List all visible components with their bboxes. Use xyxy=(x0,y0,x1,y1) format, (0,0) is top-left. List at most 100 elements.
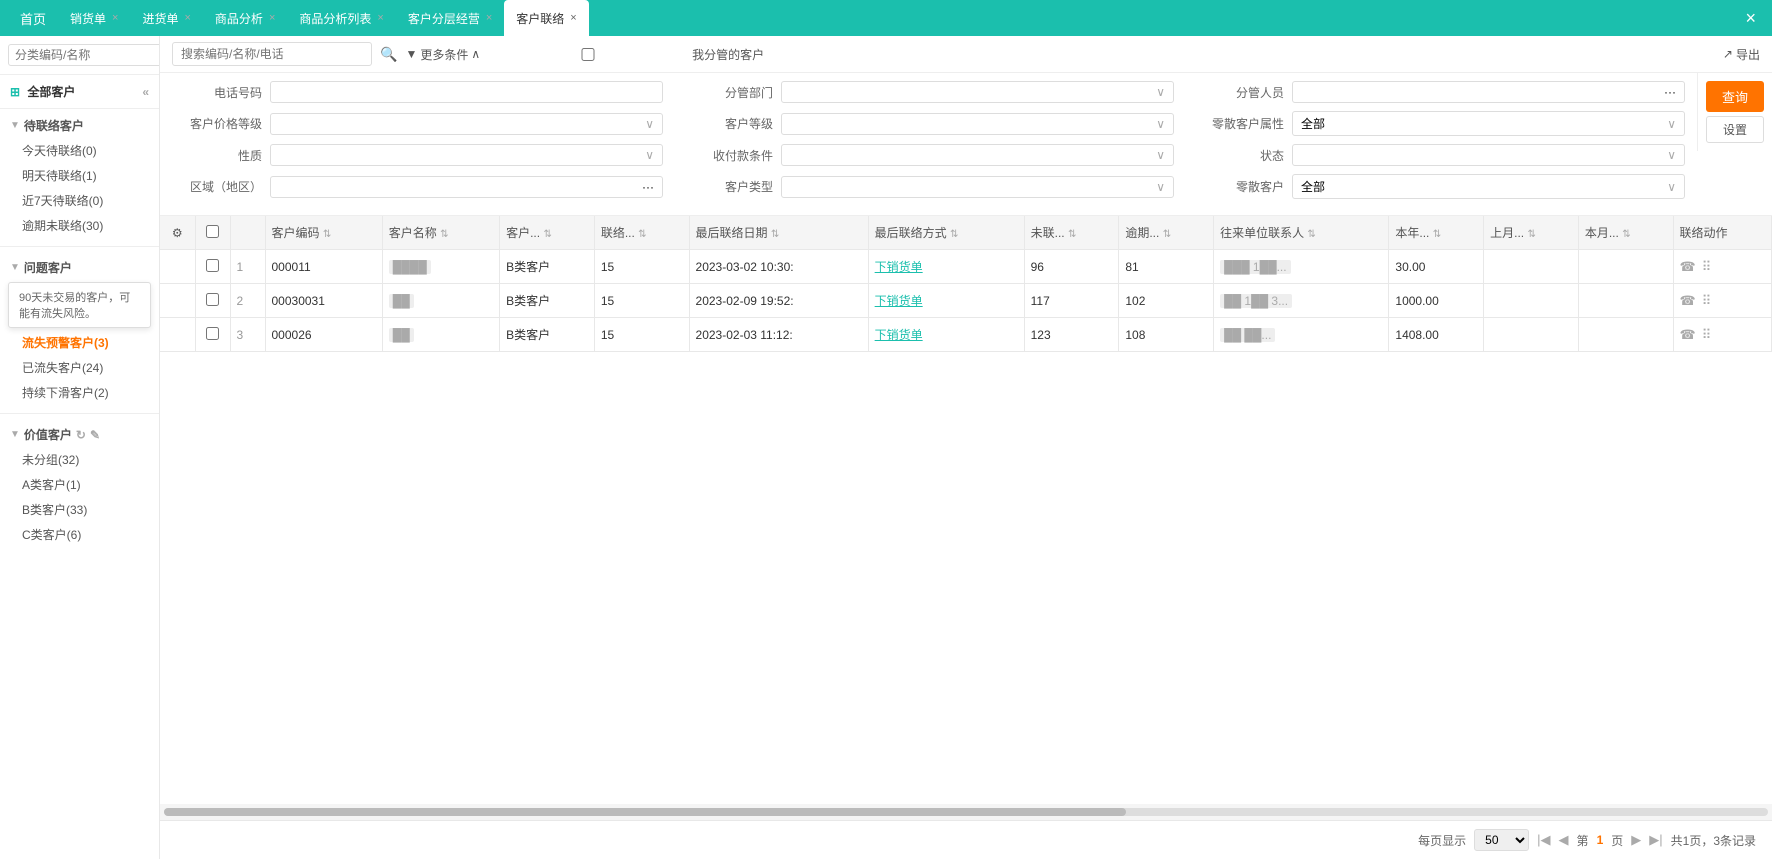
settings-button[interactable]: 设置 xyxy=(1706,116,1764,143)
sidebar-item-week[interactable]: 近7天待联络(0) xyxy=(0,188,159,213)
tab-sales[interactable]: 销货单 × xyxy=(58,0,130,36)
close-icon[interactable]: × xyxy=(486,12,492,24)
filter-row-3: 性质 ∨ 收付款条件 ∨ xyxy=(172,144,1685,166)
payment-select[interactable]: ∨ xyxy=(781,144,1174,166)
this-year-column-header[interactable]: 本年... ⇅ xyxy=(1389,216,1484,250)
phone-input[interactable] xyxy=(270,81,663,103)
contact-action-icon[interactable]: ☎ xyxy=(1680,259,1696,275)
code-column-header[interactable]: 客户编码 ⇅ xyxy=(265,216,382,250)
scrollbar-thumb[interactable] xyxy=(164,808,1126,816)
customer-type-label: 客户类型 xyxy=(683,178,773,195)
row-checkbox[interactable] xyxy=(195,318,230,352)
last-contact-date-column-header[interactable]: 最后联络日期 ⇅ xyxy=(689,216,868,250)
my-customers-checkbox[interactable] xyxy=(488,48,688,61)
price-tier-select[interactable]: ∨ xyxy=(270,113,663,135)
this-month-column-header[interactable]: 本月... ⇅ xyxy=(1578,216,1673,250)
unit-contact-column-header[interactable]: 往来单位联系人 ⇅ xyxy=(1214,216,1389,250)
no-contact-column-header[interactable]: 未联... ⇅ xyxy=(1024,216,1119,250)
home-tab[interactable]: 首页 xyxy=(8,9,58,28)
close-icon[interactable]: × xyxy=(184,12,190,24)
contact-way-link[interactable]: 下销货单 xyxy=(875,328,923,342)
scrollbar-track[interactable] xyxy=(164,808,1768,816)
prev-page-button[interactable]: ◀ xyxy=(1559,832,1569,848)
sidebar-item-churn-risk[interactable]: 流失预警客户(3) xyxy=(0,330,159,355)
more-action-icon[interactable]: ⠿ xyxy=(1702,259,1712,275)
tab-customer-tier[interactable]: 客户分层经营 × xyxy=(396,0,504,36)
contact-way-link[interactable]: 下销货单 xyxy=(875,294,923,308)
more-action-icon[interactable]: ⠿ xyxy=(1702,327,1712,343)
row-type: B类客户 xyxy=(500,250,595,284)
row-checkbox[interactable] xyxy=(195,250,230,284)
filter-field-retail-attr: 零散客户属性 全部 ∨ xyxy=(1194,111,1685,136)
sidebar-item-churned[interactable]: 已流失客户(24) xyxy=(0,355,159,380)
row-gear xyxy=(160,250,195,284)
manager-select[interactable]: ··· xyxy=(1292,81,1685,103)
nature-select[interactable]: ∨ xyxy=(270,144,663,166)
sort-icon: ⇅ xyxy=(771,229,779,240)
checkbox-column-header[interactable] xyxy=(195,216,230,250)
per-page-select[interactable]: 50 100 200 xyxy=(1474,829,1529,851)
horizontal-scrollbar[interactable] xyxy=(160,804,1772,820)
type-column-header[interactable]: 客户... ⇅ xyxy=(500,216,595,250)
tab-customer-contact[interactable]: 客户联络 × xyxy=(504,0,588,36)
query-button[interactable]: 查询 xyxy=(1706,81,1764,112)
more-action-icon[interactable]: ⠿ xyxy=(1702,293,1712,309)
sidebar-item-downgrade[interactable]: 持续下滑客户(2) xyxy=(0,380,159,405)
row-last-way[interactable]: 下销货单 xyxy=(868,318,1024,352)
row-last-way[interactable]: 下销货单 xyxy=(868,250,1024,284)
name-column-header[interactable]: 客户名称 ⇅ xyxy=(382,216,499,250)
next-page-button[interactable]: ▶ xyxy=(1631,832,1641,848)
search-input[interactable] xyxy=(172,42,372,66)
sidebar-group-title-value[interactable]: ▼ 价值客户 ↻ ✎ xyxy=(0,422,159,447)
row-checkbox[interactable] xyxy=(195,284,230,318)
sidebar-group-title-churn[interactable]: ▼ 问题客户 xyxy=(0,255,159,280)
gear-column-header[interactable]: ⚙ xyxy=(160,216,195,250)
region-select[interactable]: ··· xyxy=(270,176,663,198)
gear-icon[interactable]: ⚙ xyxy=(172,226,183,240)
row-checkbox-input[interactable] xyxy=(206,293,219,306)
tab-analysis-list[interactable]: 商品分析列表 × xyxy=(287,0,395,36)
retail-customer-select[interactable]: 全部 ∨ xyxy=(1292,174,1685,199)
status-select[interactable]: ∨ xyxy=(1292,144,1685,166)
refresh-icon[interactable]: ↻ xyxy=(76,428,86,442)
sidebar-item-b-class[interactable]: B类客户(33) xyxy=(0,497,159,522)
first-page-button[interactable]: |◀ xyxy=(1537,832,1550,848)
contact-action-icon[interactable]: ☎ xyxy=(1680,293,1696,309)
last-month-column-header[interactable]: 上月... ⇅ xyxy=(1484,216,1579,250)
contact-way-link[interactable]: 下销货单 xyxy=(875,260,923,274)
tab-analysis[interactable]: 商品分析 × xyxy=(203,0,287,36)
contact-action-icon[interactable]: ☎ xyxy=(1680,327,1696,343)
sidebar-all-customers[interactable]: ⊞ 全部客户 « xyxy=(0,75,159,109)
close-icon[interactable]: × xyxy=(269,12,275,24)
row-checkbox-input[interactable] xyxy=(206,259,219,272)
customer-type-select[interactable]: ∨ xyxy=(781,176,1174,198)
sidebar-item-tomorrow[interactable]: 明天待联络(1) xyxy=(0,163,159,188)
close-icon[interactable]: × xyxy=(377,12,383,24)
sidebar-group-title-pending[interactable]: ▼ 待联络客户 xyxy=(0,113,159,138)
sidebar-item-c-class[interactable]: C类客户(6) xyxy=(0,522,159,547)
retail-attr-select[interactable]: 全部 ∨ xyxy=(1292,111,1685,136)
overdue-column-header[interactable]: 逾期... ⇅ xyxy=(1119,216,1214,250)
edit-icon[interactable]: ✎ xyxy=(90,428,100,442)
close-icon[interactable]: × xyxy=(570,12,576,24)
sidebar-item-overdue[interactable]: 逾期未联络(30) xyxy=(0,213,159,238)
more-conditions-button[interactable]: ▼ 更多条件 ∧ xyxy=(405,46,480,63)
sidebar-item-a-class[interactable]: A类客户(1) xyxy=(0,472,159,497)
close-icon[interactable]: × xyxy=(112,12,118,24)
last-page-button[interactable]: ▶| xyxy=(1649,832,1662,848)
sidebar-search-input[interactable] xyxy=(8,44,160,66)
row-last-way[interactable]: 下销货单 xyxy=(868,284,1024,318)
contact-column-header[interactable]: 联络... ⇅ xyxy=(594,216,689,250)
dept-select[interactable]: ∨ xyxy=(781,81,1174,103)
customer-tier-select[interactable]: ∨ xyxy=(781,113,1174,135)
export-button[interactable]: ↗ 导出 xyxy=(1723,46,1760,63)
sidebar-item-unsorted[interactable]: 未分组(32) xyxy=(0,447,159,472)
select-all-checkbox[interactable] xyxy=(206,225,219,238)
row-checkbox-input[interactable] xyxy=(206,327,219,340)
last-contact-way-column-header[interactable]: 最后联络方式 ⇅ xyxy=(868,216,1024,250)
my-customers-checkbox-label[interactable]: 我分管的客户 xyxy=(488,46,764,63)
search-button[interactable]: 🔍 xyxy=(380,46,397,63)
tab-purchase[interactable]: 进货单 × xyxy=(130,0,202,36)
window-close-button[interactable]: × xyxy=(1737,8,1764,29)
sidebar-item-today[interactable]: 今天待联络(0) xyxy=(0,138,159,163)
